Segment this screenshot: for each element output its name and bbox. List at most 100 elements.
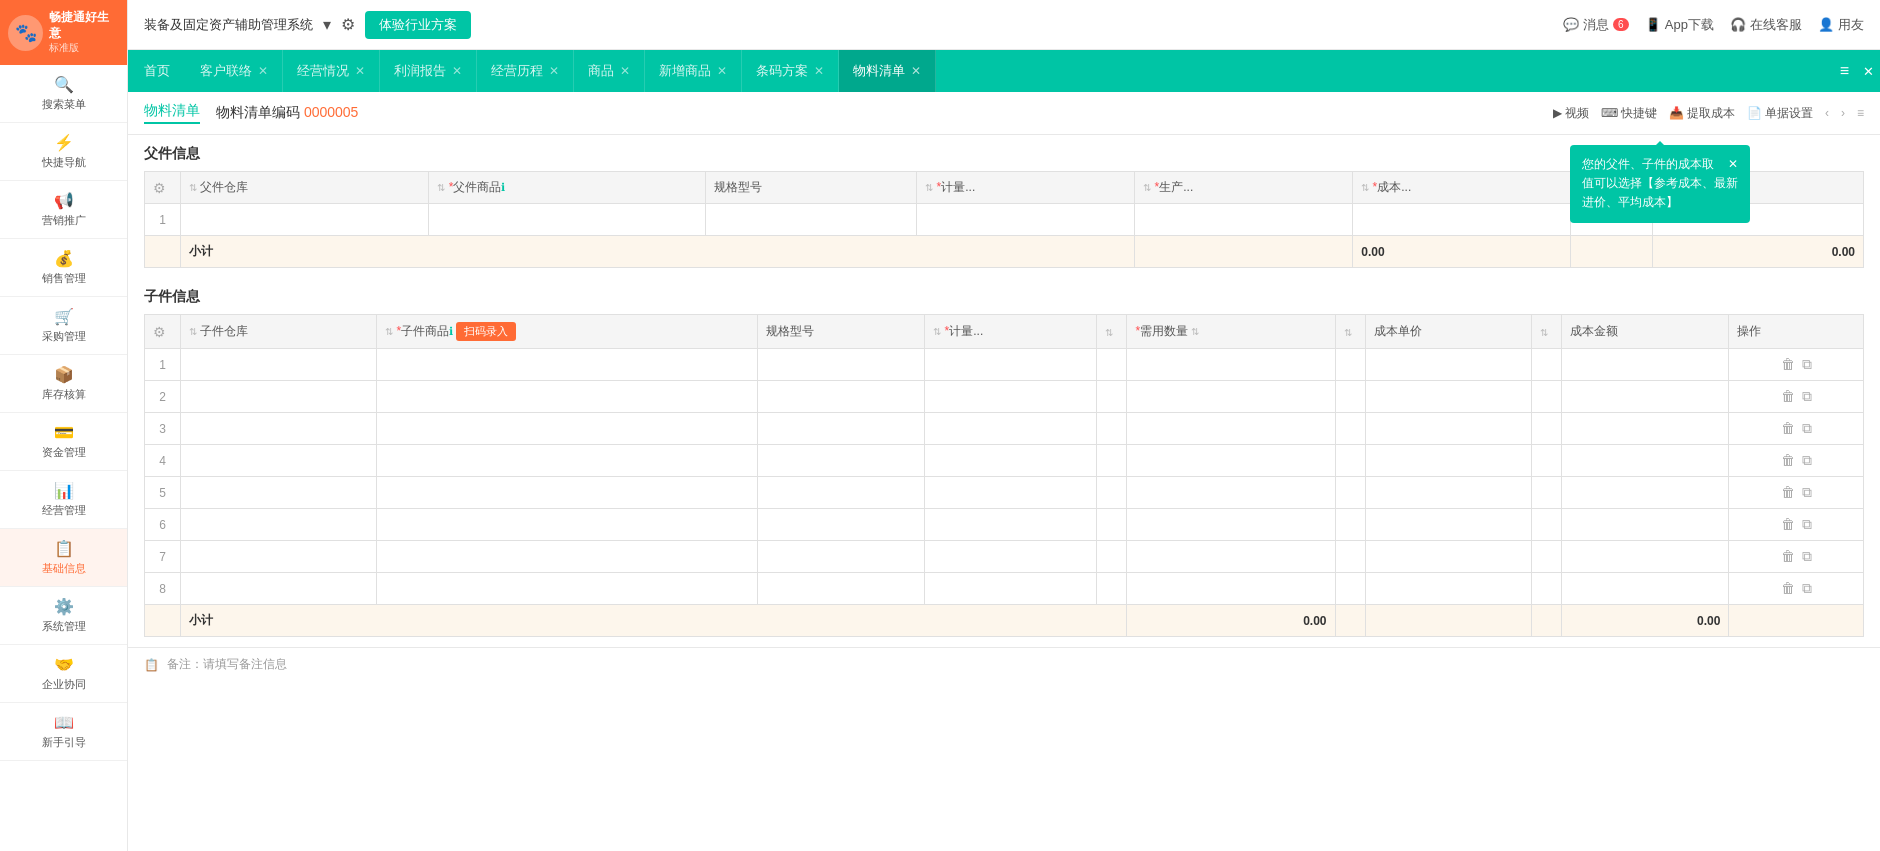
child-goods-1[interactable] [377, 349, 758, 381]
shortcut-btn[interactable]: ⌨ 快捷键 [1601, 105, 1657, 122]
child-goods-3[interactable] [377, 413, 758, 445]
nav-next-icon[interactable]: › [1841, 106, 1845, 120]
child-unit-6[interactable] [925, 509, 1097, 541]
online-service-btn[interactable]: 🎧 在线客服 [1730, 16, 1802, 34]
gear-icon[interactable]: ⚙ [341, 15, 355, 34]
parent-cost-1[interactable] [1353, 204, 1571, 236]
child-spec-5[interactable] [758, 477, 925, 509]
child-goods-2[interactable] [377, 381, 758, 413]
parent-unit-1[interactable] [917, 204, 1135, 236]
sidebar-item-sales[interactable]: 💰 销售管理 [0, 239, 127, 297]
user-btn[interactable]: 👤 用友 [1818, 16, 1864, 34]
child-unit-2[interactable] [925, 381, 1097, 413]
doc-settings-btn[interactable]: 📄 单据设置 [1747, 105, 1813, 122]
delete-icon-1[interactable]: 🗑 [1781, 356, 1795, 372]
delete-icon-6[interactable]: 🗑 [1781, 516, 1795, 532]
child-warehouse-3[interactable] [181, 413, 377, 445]
extract-cost-btn[interactable]: 📥 提取成本 [1669, 105, 1735, 122]
nav-prev-icon[interactable]: ‹ [1825, 106, 1829, 120]
copy-icon-1[interactable]: ⧉ [1802, 356, 1812, 372]
sidebar-item-operation[interactable]: 📊 经营管理 [0, 471, 127, 529]
child-goods-8[interactable] [377, 573, 758, 605]
video-btn[interactable]: ▶ 视频 [1553, 105, 1589, 122]
tab-profit[interactable]: 利润报告 ✕ [380, 50, 477, 92]
child-unit-1[interactable] [925, 349, 1097, 381]
child-warehouse-1[interactable] [181, 349, 377, 381]
tab-customers[interactable]: 客户联络 ✕ [186, 50, 283, 92]
copy-icon-5[interactable]: ⧉ [1802, 484, 1812, 500]
tab-barcode-close[interactable]: ✕ [814, 64, 824, 78]
child-unit-4[interactable] [925, 445, 1097, 477]
sidebar-item-guide[interactable]: 📖 新手引导 [0, 703, 127, 761]
parent-goods-1[interactable] [429, 204, 706, 236]
sidebar-item-collab[interactable]: 🤝 企业协同 [0, 645, 127, 703]
scan-input-btn[interactable]: 扫码录入 [456, 322, 516, 341]
copy-icon-3[interactable]: ⧉ [1802, 420, 1812, 436]
app-download-btn[interactable]: 📱 App下载 [1645, 16, 1714, 34]
message-btn[interactable]: 💬 消息 6 [1563, 16, 1629, 34]
sidebar-item-marketing[interactable]: 📢 营销推广 [0, 181, 127, 239]
child-spec-3[interactable] [758, 413, 925, 445]
tab-operations-close[interactable]: ✕ [355, 64, 365, 78]
tab-new-goods[interactable]: 新增商品 ✕ [645, 50, 742, 92]
sidebar-item-quicknav[interactable]: ⚡ 快捷导航 [0, 123, 127, 181]
tab-goods[interactable]: 商品 ✕ [574, 50, 645, 92]
tab-history-close[interactable]: ✕ [549, 64, 559, 78]
copy-icon-6[interactable]: ⧉ [1802, 516, 1812, 532]
child-unit-cost-7[interactable] [1365, 541, 1532, 573]
parent-warehouse-1[interactable] [181, 204, 429, 236]
tab-history[interactable]: 经营历程 ✕ [477, 50, 574, 92]
child-unit-cost-3[interactable] [1365, 413, 1532, 445]
tooltip-close-btn[interactable]: ✕ [1728, 155, 1738, 174]
sidebar-item-search[interactable]: 🔍 搜索菜单 [0, 65, 127, 123]
close-all-tabs-icon[interactable]: ✕ [1857, 64, 1880, 79]
sidebar-item-system[interactable]: ⚙️ 系统管理 [0, 587, 127, 645]
child-goods-7[interactable] [377, 541, 758, 573]
tabs-overflow-btn[interactable]: ≡ [1832, 62, 1857, 80]
experience-btn[interactable]: 体验行业方案 [365, 11, 471, 39]
child-qty-5[interactable] [1127, 477, 1335, 509]
parent-produce-1[interactable] [1135, 204, 1353, 236]
child-spec-7[interactable] [758, 541, 925, 573]
copy-icon-7[interactable]: ⧉ [1802, 548, 1812, 564]
child-unit-7[interactable] [925, 541, 1097, 573]
child-spec-1[interactable] [758, 349, 925, 381]
th-parent-settings[interactable]: ⚙ [145, 172, 181, 204]
sidebar-item-purchase[interactable]: 🛒 采购管理 [0, 297, 127, 355]
child-unit-5[interactable] [925, 477, 1097, 509]
th-child-settings[interactable]: ⚙ [145, 315, 181, 349]
tab-home[interactable]: 首页 [128, 50, 186, 92]
delete-icon-7[interactable]: 🗑 [1781, 548, 1795, 564]
delete-icon-4[interactable]: 🗑 [1781, 452, 1795, 468]
child-qty-6[interactable] [1127, 509, 1335, 541]
tab-barcode[interactable]: 条码方案 ✕ [742, 50, 839, 92]
child-spec-4[interactable] [758, 445, 925, 477]
child-spec-2[interactable] [758, 381, 925, 413]
child-unit-cost-2[interactable] [1365, 381, 1532, 413]
tab-bom-close[interactable]: ✕ [911, 64, 921, 78]
delete-icon-8[interactable]: 🗑 [1781, 580, 1795, 596]
child-warehouse-4[interactable] [181, 445, 377, 477]
child-spec-6[interactable] [758, 509, 925, 541]
tab-profit-close[interactable]: ✕ [452, 64, 462, 78]
delete-icon-3[interactable]: 🗑 [1781, 420, 1795, 436]
child-unit-cost-5[interactable] [1365, 477, 1532, 509]
tab-bom[interactable]: 物料清单 ✕ [839, 50, 936, 92]
child-warehouse-6[interactable] [181, 509, 377, 541]
child-goods-4[interactable] [377, 445, 758, 477]
parent-spec-1[interactable] [705, 204, 916, 236]
settings-dropdown-icon[interactable]: ▾ [323, 15, 331, 34]
child-unit-8[interactable] [925, 573, 1097, 605]
child-qty-7[interactable] [1127, 541, 1335, 573]
layout-icon[interactable]: ≡ [1857, 106, 1864, 120]
delete-icon-5[interactable]: 🗑 [1781, 484, 1795, 500]
child-spec-8[interactable] [758, 573, 925, 605]
child-unit-cost-8[interactable] [1365, 573, 1532, 605]
child-qty-4[interactable] [1127, 445, 1335, 477]
child-unit-3[interactable] [925, 413, 1097, 445]
child-qty-2[interactable] [1127, 381, 1335, 413]
child-goods-6[interactable] [377, 509, 758, 541]
child-unit-cost-1[interactable] [1365, 349, 1532, 381]
sidebar-item-basic[interactable]: 📋 基础信息 [0, 529, 127, 587]
child-qty-3[interactable] [1127, 413, 1335, 445]
